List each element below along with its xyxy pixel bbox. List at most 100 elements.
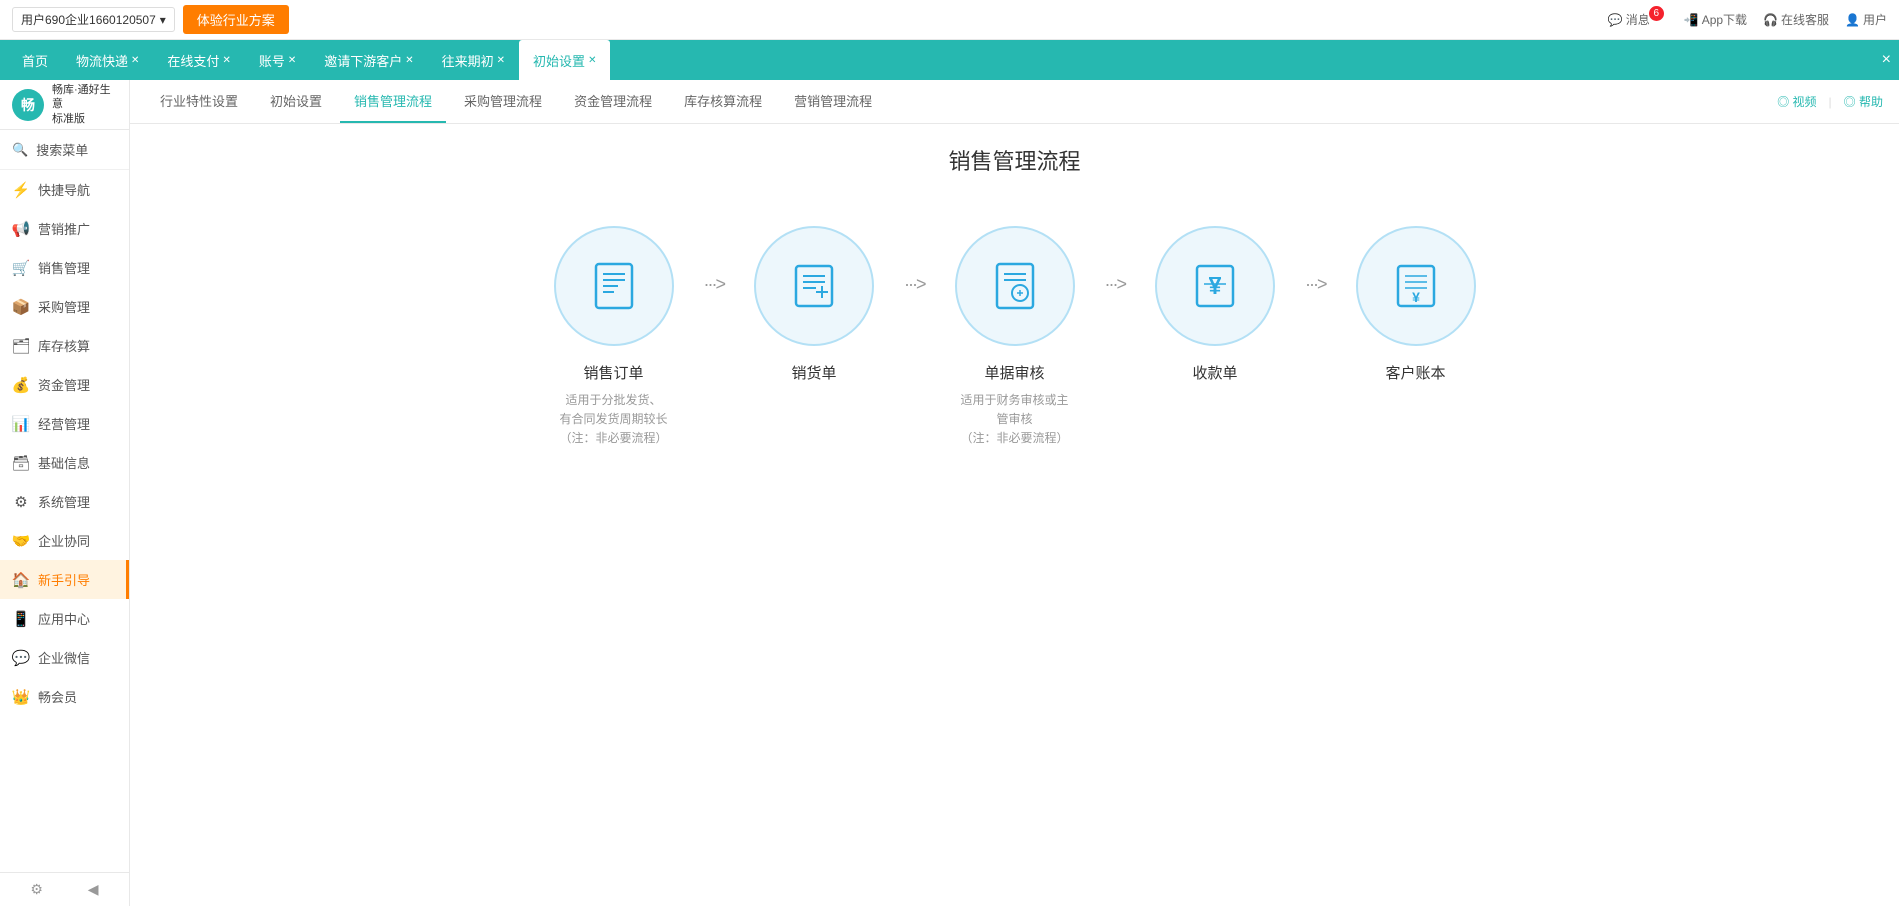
nav-account[interactable]: 账号 ✕ <box>245 40 310 80</box>
main-content: 销售管理流程 销售订单 适用于分批发货、有合同发货周期较长（ <box>130 124 1899 906</box>
trial-button[interactable]: 体验行业方案 <box>183 5 289 34</box>
sidebar-item-corp-label: 企业协同 <box>38 531 90 550</box>
tab-marketing-flow-label: 营销管理流程 <box>794 91 872 110</box>
sidebar-item-marketing-label: 营销推广 <box>38 219 90 238</box>
tab-init-settings[interactable]: 初始设置 <box>256 80 336 123</box>
user-item[interactable]: 👤 用户 <box>1845 11 1887 28</box>
tab-init-settings-label: 初始设置 <box>270 91 322 110</box>
top-bar-right: 💬 消息 6 📲 App下载 🎧 在线客服 👤 用户 <box>1608 11 1887 28</box>
tab-industry-settings[interactable]: 行业特性设置 <box>146 80 252 123</box>
user-label: 用户690企业1660120507 <box>21 11 156 28</box>
nav-logistics[interactable]: 物流快递 ✕ <box>62 40 153 80</box>
collapse-button[interactable]: ◀ <box>88 881 99 898</box>
nav-home[interactable]: 首页 <box>8 40 62 80</box>
separator: | <box>1829 95 1832 109</box>
sidebar-item-app-center[interactable]: 📱 应用中心 <box>0 599 129 638</box>
flow-circle-account: ¥ <box>1356 226 1476 346</box>
sidebar-item-finance-label: 资金管理 <box>38 375 90 394</box>
sidebar-item-corp[interactable]: 🤝 企业协同 <box>0 521 129 560</box>
sidebar-item-member-label: 畅会员 <box>38 687 77 706</box>
sidebar-item-purchase-label: 采购管理 <box>38 297 90 316</box>
flow-label-delivery: 销货单 <box>791 362 836 383</box>
flow-circle-delivery <box>754 226 874 346</box>
nav-home-label: 首页 <box>22 51 48 70</box>
sidebar-item-sales[interactable]: 🛒 销售管理 <box>0 248 129 287</box>
flow-desc-audit: 适用于财务审核或主管审核（注：非必要流程） <box>960 391 1068 449</box>
corp-icon: 🤝 <box>12 532 30 550</box>
nav-close-all-button[interactable]: × <box>1882 51 1891 69</box>
sub-tabs-left: 行业特性设置 初始设置 销售管理流程 采购管理流程 资金管理流程 库存核算流程 <box>146 80 886 123</box>
purchase-icon: 📦 <box>12 298 30 316</box>
nav-payment-label: 在线支付 <box>167 51 219 70</box>
sidebar-menu: ⚡ 快捷导航 📢 营销推广 🛒 销售管理 📦 采购管理 🗂 库存核算 💰 <box>0 170 129 872</box>
flow-arrow-1: ···> <box>704 226 725 295</box>
operation-icon: 📊 <box>12 415 30 433</box>
app-download-item[interactable]: 📲 App下载 <box>1684 11 1747 28</box>
user-selector[interactable]: 用户690企业1660120507 ▾ <box>12 7 175 32</box>
message-item[interactable]: 💬 消息 6 <box>1608 11 1668 28</box>
sidebar-search[interactable]: 🔍 搜索菜单 <box>0 130 129 170</box>
tab-inventory-flow[interactable]: 库存核算流程 <box>670 80 776 123</box>
sidebar-item-marketing[interactable]: 📢 营销推广 <box>0 209 129 248</box>
sidebar-logo: 畅 畅库·通好生意 标准版 <box>0 80 129 130</box>
sidebar-item-member[interactable]: 👑 畅会员 <box>0 677 129 716</box>
tab-sales-flow[interactable]: 销售管理流程 <box>340 80 446 123</box>
flow-step-sales-order[interactable]: 销售订单 适用于分批发货、有合同发货周期较长（注：非必要流程） <box>524 226 704 449</box>
logo-text: 畅库·通好生意 标准版 <box>52 83 117 126</box>
sidebar-item-system[interactable]: ⚙ 系统管理 <box>0 482 129 521</box>
flow-step-delivery[interactable]: 销货单 <box>724 226 904 391</box>
online-service-item[interactable]: 🎧 在线客服 <box>1763 11 1829 28</box>
system-icon: ⚙ <box>12 493 30 511</box>
sidebar-item-wechat[interactable]: 💬 企业微信 <box>0 638 129 677</box>
flow-arrow-2: ···> <box>904 226 925 295</box>
logo-line2: 标准版 <box>52 112 117 126</box>
sidebar-item-purchase[interactable]: 📦 采购管理 <box>0 287 129 326</box>
logo-icon: 畅 <box>12 89 44 121</box>
sub-tabs-right: ◎ 视频 | ◎ 帮助 <box>1777 93 1883 110</box>
nav-payment[interactable]: 在线支付 ✕ <box>153 40 244 80</box>
app-center-icon: 📱 <box>12 610 30 628</box>
flow-step-audit[interactable]: 单据审核 适用于财务审核或主管审核（注：非必要流程） <box>925 226 1105 449</box>
nav-invite[interactable]: 邀请下游客户 ✕ <box>310 40 427 80</box>
sidebar-item-finance[interactable]: 💰 资金管理 <box>0 365 129 404</box>
sidebar-item-quick[interactable]: ⚡ 快捷导航 <box>0 170 129 209</box>
sidebar-item-wechat-label: 企业微信 <box>38 648 90 667</box>
settings-button[interactable]: ⚙ <box>30 881 43 898</box>
marketing-icon: 📢 <box>12 220 30 238</box>
nav-period[interactable]: 往来期初 ✕ <box>428 40 519 80</box>
member-icon: 👑 <box>12 688 30 706</box>
nav-init-settings-label: 初始设置 <box>533 51 585 70</box>
app-layout: 畅 畅库·通好生意 标准版 🔍 搜索菜单 ⚡ 快捷导航 📢 营销推广 🛒 销售管… <box>0 80 1899 906</box>
nav-invite-close: ✕ <box>405 55 413 66</box>
tab-finance-flow[interactable]: 资金管理流程 <box>560 80 666 123</box>
nav-init-settings[interactable]: 初始设置 ✕ <box>519 40 610 80</box>
sidebar-item-app-center-label: 应用中心 <box>38 609 90 628</box>
basic-icon: 🗃 <box>12 454 30 472</box>
sidebar: 畅 畅库·通好生意 标准版 🔍 搜索菜单 ⚡ 快捷导航 📢 营销推广 🛒 销售管… <box>0 80 130 906</box>
finance-icon: 💰 <box>12 376 30 394</box>
flow-label-account: 客户账本 <box>1385 362 1445 383</box>
help-link[interactable]: ◎ 帮助 <box>1844 93 1883 110</box>
nav-logistics-label: 物流快递 <box>76 51 128 70</box>
user-name: 用户 <box>1863 11 1887 28</box>
flow-desc-sales-order: 适用于分批发货、有合同发货周期较长（注：非必要流程） <box>559 391 667 449</box>
video-link[interactable]: ◎ 视频 <box>1777 93 1816 110</box>
flow-step-account[interactable]: ¥ 客户账本 <box>1326 226 1506 391</box>
tab-sales-flow-label: 销售管理流程 <box>354 91 432 110</box>
sidebar-item-sales-label: 销售管理 <box>38 258 90 277</box>
sub-tabs: 行业特性设置 初始设置 销售管理流程 采购管理流程 资金管理流程 库存核算流程 <box>130 80 1899 124</box>
flow-arrow-4: ···> <box>1305 226 1326 295</box>
flow-step-receipt[interactable]: ¥ 收款单 <box>1125 226 1305 391</box>
download-icon: 📲 <box>1684 13 1699 27</box>
nav-payment-close: ✕ <box>222 55 230 66</box>
flow-label-audit: 单据审核 <box>984 362 1044 383</box>
logo-line1: 畅库·通好生意 <box>52 83 117 112</box>
sidebar-item-guide[interactable]: 🏠 新手引导 <box>0 560 129 599</box>
flow-diagram: 销售订单 适用于分批发货、有合同发货周期较长（注：非必要流程） ···> <box>150 226 1879 449</box>
sidebar-item-operation[interactable]: 📊 经营管理 <box>0 404 129 443</box>
sidebar-item-operation-label: 经营管理 <box>38 414 90 433</box>
sidebar-item-basic[interactable]: 🗃 基础信息 <box>0 443 129 482</box>
sidebar-item-inventory[interactable]: 🗂 库存核算 <box>0 326 129 365</box>
tab-marketing-flow[interactable]: 营销管理流程 <box>780 80 886 123</box>
tab-purchase-flow[interactable]: 采购管理流程 <box>450 80 556 123</box>
